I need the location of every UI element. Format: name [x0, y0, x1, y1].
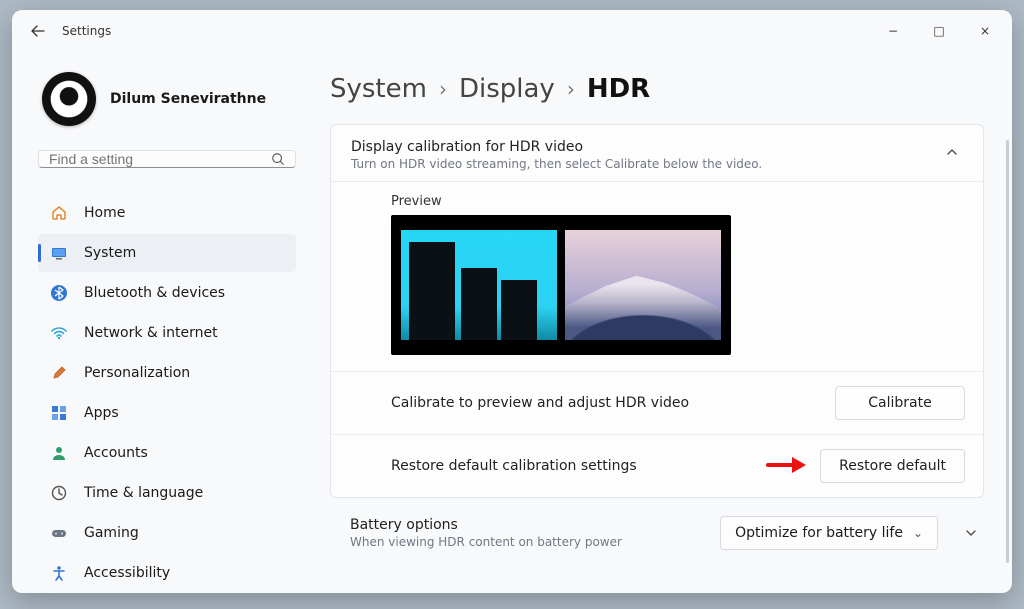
close-button[interactable]: × [962, 15, 1008, 47]
minimize-button[interactable]: − [870, 15, 916, 47]
search-input[interactable] [49, 151, 271, 167]
expand-button[interactable] [958, 520, 984, 546]
crumb-hdr: HDR [587, 74, 650, 104]
row-label: Restore default calibration settings [391, 458, 758, 474]
person-icon [50, 444, 68, 462]
main-area: Dilum Senevirathne Home System Bluetooth… [12, 52, 1012, 593]
restore-default-row: Restore default calibration settings Res… [331, 434, 983, 497]
dropdown-value: Optimize for battery life [735, 525, 903, 541]
scrollbar[interactable] [1006, 140, 1009, 563]
chevron-right-icon: › [567, 77, 575, 101]
search-box[interactable] [38, 150, 296, 168]
sidebar-item-label: Home [84, 205, 125, 221]
sidebar-item-gaming[interactable]: Gaming [38, 514, 296, 552]
back-button[interactable] [24, 17, 52, 45]
clock-icon [50, 484, 68, 502]
back-arrow-icon [30, 23, 46, 39]
hdr-calibration-card: Display calibration for HDR video Turn o… [330, 124, 984, 498]
brush-icon [50, 364, 68, 382]
sidebar-item-network[interactable]: Network & internet [38, 314, 296, 352]
nav-list: Home System Bluetooth & devices Network … [38, 194, 296, 592]
system-icon [50, 244, 68, 262]
preview-video[interactable] [391, 215, 731, 355]
sidebar-item-bluetooth[interactable]: Bluetooth & devices [38, 274, 296, 312]
card-subtitle: Turn on HDR video streaming, then select… [351, 157, 927, 171]
battery-options-row: Battery options When viewing HDR content… [330, 504, 984, 552]
collapse-button[interactable] [939, 139, 965, 165]
row-label: Calibrate to preview and adjust HDR vide… [391, 395, 823, 411]
calibrate-button[interactable]: Calibrate [835, 386, 965, 420]
window-title: Settings [62, 24, 111, 38]
chevron-down-icon [964, 526, 978, 540]
bluetooth-icon [50, 284, 68, 302]
sidebar-item-label: Accessibility [84, 565, 170, 581]
calibrate-row: Calibrate to preview and adjust HDR vide… [331, 371, 983, 434]
avatar [42, 72, 96, 126]
card-header[interactable]: Display calibration for HDR video Turn o… [331, 125, 983, 182]
sidebar-item-label: Time & language [84, 485, 203, 501]
apps-icon [50, 404, 68, 422]
sidebar-item-time[interactable]: Time & language [38, 474, 296, 512]
maximize-button[interactable]: □ [916, 15, 962, 47]
sidebar-item-home[interactable]: Home [38, 194, 296, 232]
sidebar: Dilum Senevirathne Home System Bluetooth… [12, 52, 308, 593]
wifi-icon [50, 324, 68, 342]
preview-panel-city [401, 230, 557, 340]
preview-section: Preview [331, 182, 983, 371]
chevron-up-icon [945, 145, 959, 159]
annotation-arrow [770, 457, 808, 475]
profile-name: Dilum Senevirathne [110, 91, 266, 107]
sidebar-item-label: Apps [84, 405, 119, 421]
chevron-right-icon: › [439, 77, 447, 101]
breadcrumb: System › Display › HDR [330, 74, 984, 104]
battery-title: Battery options [350, 517, 708, 533]
sidebar-item-system[interactable]: System [38, 234, 296, 272]
titlebar: Settings − □ × [12, 10, 1012, 52]
gamepad-icon [50, 524, 68, 542]
sidebar-item-label: Bluetooth & devices [84, 285, 225, 301]
sidebar-item-label: Personalization [84, 365, 190, 381]
sidebar-item-accounts[interactable]: Accounts [38, 434, 296, 472]
close-icon: × [980, 24, 990, 38]
sidebar-item-apps[interactable]: Apps [38, 394, 296, 432]
home-icon [50, 204, 68, 222]
settings-window: Settings − □ × Dilum Senevirathne Home [12, 10, 1012, 593]
sidebar-item-label: Network & internet [84, 325, 218, 341]
profile-block[interactable]: Dilum Senevirathne [38, 72, 296, 126]
sidebar-item-label: Gaming [84, 525, 139, 541]
sidebar-item-label: Accounts [84, 445, 148, 461]
sidebar-item-label: System [84, 245, 136, 261]
accessibility-icon [50, 564, 68, 582]
chevron-down-icon: ⌄ [913, 526, 923, 540]
crumb-display[interactable]: Display [459, 74, 555, 104]
battery-options-dropdown[interactable]: Optimize for battery life ⌄ [720, 516, 938, 550]
battery-subtitle: When viewing HDR content on battery powe… [350, 535, 708, 549]
crumb-system[interactable]: System [330, 74, 427, 104]
preview-label: Preview [391, 194, 963, 209]
search-icon [271, 152, 285, 166]
content-area: System › Display › HDR Display calibrati… [308, 52, 1012, 593]
sidebar-item-accessibility[interactable]: Accessibility [38, 554, 296, 592]
card-title: Display calibration for HDR video [351, 139, 927, 155]
preview-panel-mountain [565, 230, 721, 340]
restore-default-button[interactable]: Restore default [820, 449, 965, 483]
maximize-icon: □ [933, 24, 944, 38]
minimize-icon: − [888, 24, 898, 38]
sidebar-item-personalization[interactable]: Personalization [38, 354, 296, 392]
